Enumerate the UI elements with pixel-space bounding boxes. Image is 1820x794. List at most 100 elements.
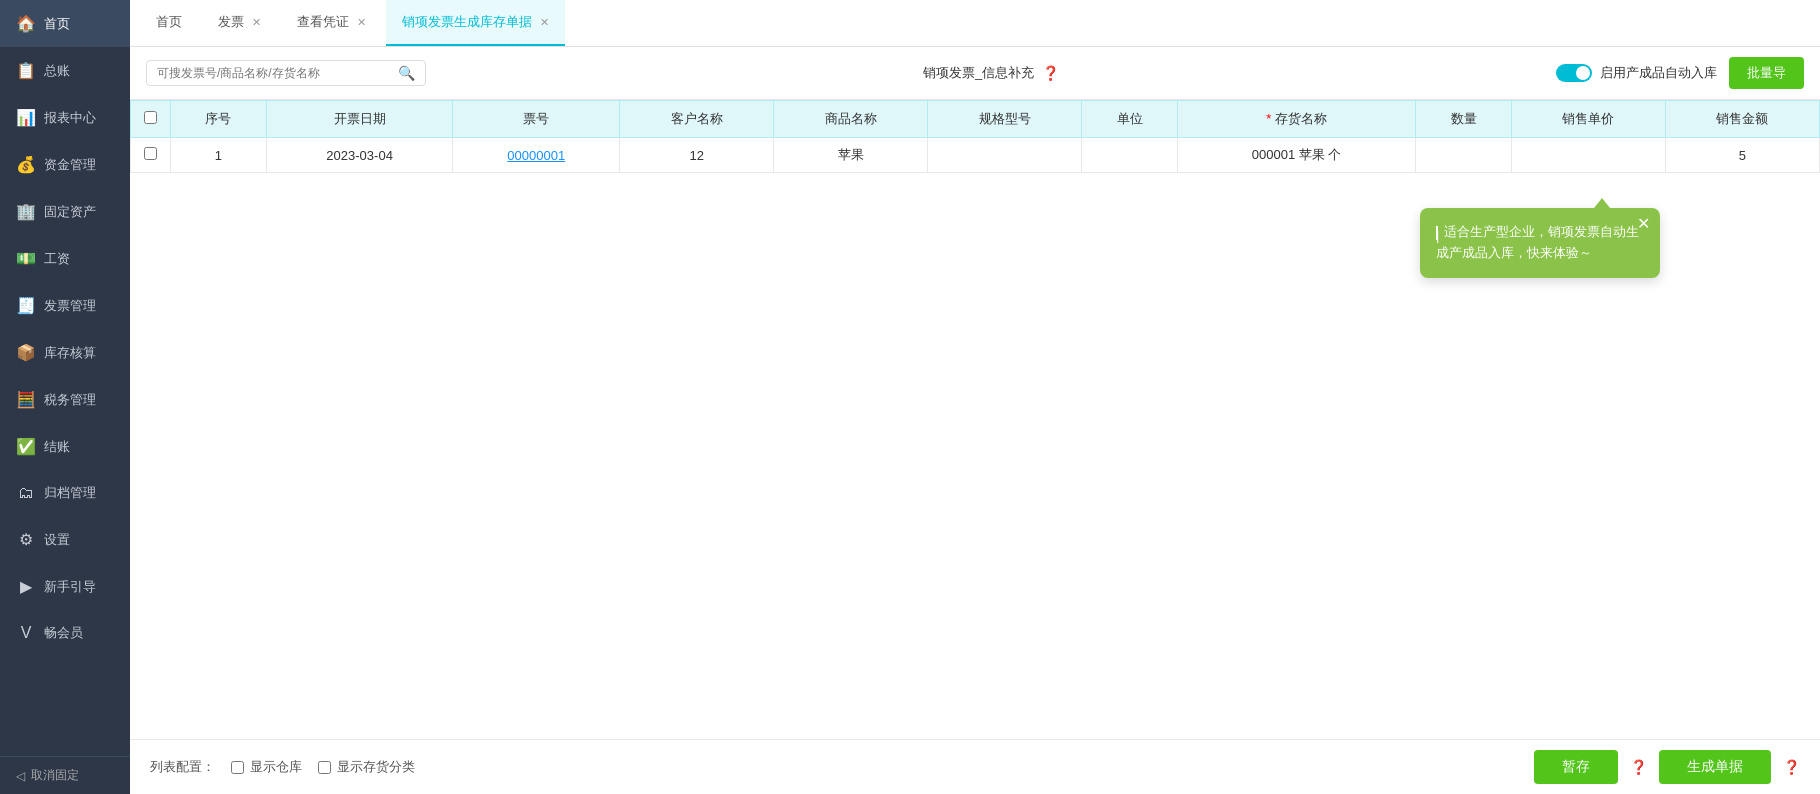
sidebar-item-inventory[interactable]: 📦 库存核算 xyxy=(0,329,130,376)
col-date: 开票日期 xyxy=(266,101,452,138)
row-quantity xyxy=(1416,138,1512,173)
col-inventory: 存货名称 xyxy=(1178,101,1416,138)
sidebar-item-label: 固定资产 xyxy=(44,203,96,221)
sidebar-item-label: 归档管理 xyxy=(44,484,96,502)
home-icon: 🏠 xyxy=(16,14,36,33)
tab-bar: 首页 发票 ✕ 查看凭证 ✕ 销项发票生成库存单据 ✕ xyxy=(130,0,1820,47)
tab-generate-inventory[interactable]: 销项发票生成库存单据 ✕ xyxy=(386,0,565,46)
tooltip-text: 适合生产型企业，销项发票自动生成产成品入库，快来体验～ xyxy=(1436,224,1639,260)
tab-generate-inventory-label: 销项发票生成库存单据 xyxy=(402,13,532,31)
save-button[interactable]: 暂存 xyxy=(1534,750,1618,784)
toggle-label: 启用产成品自动入库 xyxy=(1600,64,1717,82)
sidebar-item-label: 首页 xyxy=(44,15,70,33)
sidebar-item-label: 设置 xyxy=(44,531,70,549)
tab-invoice[interactable]: 发票 ✕ xyxy=(202,0,277,46)
col-customer: 客户名称 xyxy=(620,101,774,138)
col-unit: 单位 xyxy=(1082,101,1178,138)
row-amount: 5 xyxy=(1665,138,1819,173)
col-quantity: 数量 xyxy=(1416,101,1512,138)
sidebar-item-settings[interactable]: ⚙ 设置 xyxy=(0,516,130,563)
sidebar: 🏠 首页 📋 总账 📊 报表中心 💰 资金管理 🏢 固定资产 💵 工资 🧾 发票… xyxy=(0,0,130,794)
sidebar-item-assets[interactable]: 🏢 固定资产 xyxy=(0,188,130,235)
sidebar-item-label: 报表中心 xyxy=(44,109,96,127)
ticket-link[interactable]: 00000001 xyxy=(507,148,565,163)
main-area: 首页 发票 ✕ 查看凭证 ✕ 销项发票生成库存单据 ✕ 🔍 销项发票_信息补充 … xyxy=(130,0,1820,794)
ledger-icon: 📋 xyxy=(16,61,36,80)
tab-home[interactable]: 首页 xyxy=(140,0,198,46)
sidebar-item-label: 资金管理 xyxy=(44,156,96,174)
sidebar-item-label: 发票管理 xyxy=(44,297,96,315)
batch-button[interactable]: 批量导 xyxy=(1729,57,1804,89)
tooltip-close[interactable]: ✕ xyxy=(1637,216,1650,232)
row-seq: 1 xyxy=(171,138,267,173)
sidebar-item-closing[interactable]: ✅ 结账 xyxy=(0,423,130,470)
tab-voucher-close[interactable]: ✕ xyxy=(357,16,366,29)
row-customer: 12 xyxy=(620,138,774,173)
tooltip-cursor: | xyxy=(1436,226,1438,240)
search-box[interactable]: 🔍 xyxy=(146,60,426,86)
search-input[interactable] xyxy=(157,66,392,80)
col-unit-price: 销售单价 xyxy=(1512,101,1666,138)
sidebar-item-archive[interactable]: 🗂 归档管理 xyxy=(0,470,130,516)
unpin-icon: ◁ xyxy=(16,769,25,783)
auto-warehouse-toggle[interactable] xyxy=(1556,64,1592,82)
sidebar-item-home[interactable]: 🏠 首页 xyxy=(0,0,130,47)
show-warehouse-label: 显示仓库 xyxy=(250,758,302,776)
tab-generate-close[interactable]: ✕ xyxy=(540,16,549,29)
unpin-button[interactable]: ◁ 取消固定 xyxy=(0,756,130,794)
settings-icon: ⚙ xyxy=(16,530,36,549)
sidebar-item-label: 畅会员 xyxy=(44,624,83,642)
salary-icon: 💵 xyxy=(16,249,36,268)
show-warehouse-wrap: 显示仓库 xyxy=(231,758,302,776)
sidebar-item-funds[interactable]: 💰 资金管理 xyxy=(0,141,130,188)
sidebar-item-vip[interactable]: V 畅会员 xyxy=(0,610,130,656)
help-icon[interactable]: ❓ xyxy=(1042,65,1059,81)
row-select-checkbox[interactable] xyxy=(144,147,157,160)
row-product: 苹果 xyxy=(774,138,928,173)
list-config-label: 列表配置： xyxy=(150,758,215,776)
sidebar-item-salary[interactable]: 💵 工资 xyxy=(0,235,130,282)
tab-home-label: 首页 xyxy=(156,13,182,31)
inventory-icon: 📦 xyxy=(16,343,36,362)
row-ticket[interactable]: 00000001 xyxy=(453,138,620,173)
row-unit xyxy=(1082,138,1178,173)
generate-button[interactable]: 生成单据 xyxy=(1659,750,1771,784)
row-unit-price xyxy=(1512,138,1666,173)
sidebar-item-label: 总账 xyxy=(44,62,70,80)
generate-help-icon[interactable]: ❓ xyxy=(1783,759,1800,775)
sidebar-item-ledger[interactable]: 📋 总账 xyxy=(0,47,130,94)
archive-icon: 🗂 xyxy=(16,484,36,502)
row-checkbox xyxy=(131,138,171,173)
tab-invoice-close[interactable]: ✕ xyxy=(252,16,261,29)
unpin-label: 取消固定 xyxy=(31,767,79,784)
sidebar-item-reports[interactable]: 📊 报表中心 xyxy=(0,94,130,141)
sidebar-item-tax[interactable]: 🧮 税务管理 xyxy=(0,376,130,423)
show-category-checkbox[interactable] xyxy=(318,761,331,774)
bottom-bar: 列表配置： 显示仓库 显示存货分类 暂存 ❓ 生成单据 ❓ xyxy=(130,739,1820,794)
show-warehouse-checkbox[interactable] xyxy=(231,761,244,774)
vip-icon: V xyxy=(16,624,36,642)
assets-icon: 🏢 xyxy=(16,202,36,221)
guide-icon: ▶ xyxy=(16,577,36,596)
show-category-wrap: 显示存货分类 xyxy=(318,758,415,776)
sidebar-item-guide[interactable]: ▶ 新手引导 xyxy=(0,563,130,610)
col-seq: 序号 xyxy=(171,101,267,138)
sidebar-item-label: 结账 xyxy=(44,438,70,456)
closing-icon: ✅ xyxy=(16,437,36,456)
main-table: 序号 开票日期 票号 客户名称 商品名称 规格型号 单位 存货名称 数量 销售单… xyxy=(130,100,1820,173)
funds-icon: 💰 xyxy=(16,155,36,174)
col-spec: 规格型号 xyxy=(928,101,1082,138)
bottom-actions: 暂存 ❓ 生成单据 ❓ xyxy=(1534,750,1800,784)
sidebar-item-label: 新手引导 xyxy=(44,578,96,596)
tax-icon: 🧮 xyxy=(16,390,36,409)
content-area: 🔍 销项发票_信息补充 ❓ 启用产成品自动入库 批量导 xyxy=(130,47,1820,794)
tab-invoice-label: 发票 xyxy=(218,13,244,31)
select-all-checkbox[interactable] xyxy=(144,111,157,124)
save-help-icon[interactable]: ❓ xyxy=(1630,759,1647,775)
sidebar-item-label: 库存核算 xyxy=(44,344,96,362)
sidebar-item-invoice[interactable]: 🧾 发票管理 xyxy=(0,282,130,329)
toolbar-center: 销项发票_信息补充 ❓ xyxy=(438,64,1544,82)
tab-voucher[interactable]: 查看凭证 ✕ xyxy=(281,0,382,46)
tab-voucher-label: 查看凭证 xyxy=(297,13,349,31)
sidebar-item-label: 工资 xyxy=(44,250,70,268)
